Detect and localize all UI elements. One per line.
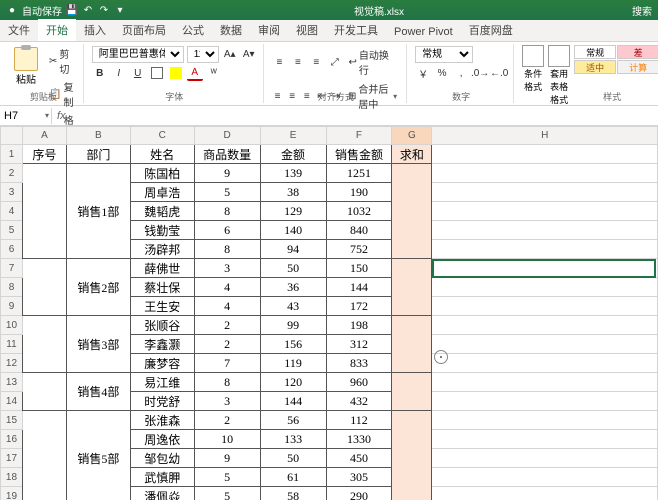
bold-button[interactable]: B bbox=[92, 65, 108, 81]
search-label[interactable]: 搜索 bbox=[632, 3, 652, 18]
undo-icon[interactable]: ↶ bbox=[82, 4, 94, 16]
ribbon: 粘贴 ✂ 剪切 📋 复制 🖌 格式刷 剪贴板 阿里巴巴普惠体 11 A▴ A▾ … bbox=[0, 42, 658, 106]
wrap-text-button[interactable]: ↩ 自动换行 bbox=[345, 46, 400, 78]
conditional-format-button[interactable]: 条件格式 bbox=[522, 45, 544, 93]
worksheet[interactable]: AB CD EF GH 1 序号 部门 姓名 商品数量 金额 销售金额 求和 2… bbox=[0, 126, 658, 500]
select-all-corner[interactable] bbox=[1, 127, 23, 145]
tab-data[interactable]: 数据 bbox=[212, 19, 250, 41]
style-bad[interactable]: 差 bbox=[617, 45, 658, 59]
border-button[interactable] bbox=[149, 65, 165, 81]
increase-decimal-icon[interactable]: .0→ bbox=[472, 65, 488, 81]
tab-ppivot[interactable]: Power Pivot bbox=[386, 23, 461, 41]
tab-file[interactable]: 文件 bbox=[0, 19, 38, 41]
font-name-select[interactable]: 阿里巴巴普惠体 bbox=[92, 46, 184, 63]
style-moderate[interactable]: 适中 bbox=[574, 60, 616, 74]
style-calc[interactable]: 计算 bbox=[617, 60, 658, 74]
autosave-toggle[interactable]: ● bbox=[6, 4, 18, 16]
comma-icon[interactable]: , bbox=[453, 65, 469, 81]
decrease-decimal-icon[interactable]: ←.0 bbox=[491, 65, 507, 81]
decrease-font-icon[interactable]: A▾ bbox=[241, 47, 257, 63]
table-format-icon bbox=[548, 45, 570, 67]
conditional-format-icon bbox=[522, 45, 544, 67]
paste-icon bbox=[14, 47, 38, 71]
group-clipboard: 粘贴 ✂ 剪切 📋 复制 🖌 格式刷 剪贴板 bbox=[4, 44, 84, 103]
align-top-icon[interactable]: ≡ bbox=[272, 54, 287, 70]
qat-more-icon[interactable]: ▾ bbox=[114, 4, 126, 16]
phonetic-button[interactable]: ᵂ bbox=[206, 65, 222, 81]
font-color-button[interactable]: A bbox=[187, 65, 203, 81]
number-format-select[interactable]: 常规 bbox=[415, 46, 473, 63]
autosave-label: 自动保存 bbox=[22, 3, 62, 18]
cell-styles-gallery[interactable]: 常规 差 好 适中 计算 检查单元格 bbox=[574, 45, 658, 74]
align-middle-icon[interactable]: ≡ bbox=[290, 54, 305, 70]
column-headers[interactable]: AB CD EF GH bbox=[1, 127, 658, 145]
group-number: 常规 ￥ % , .0→ ←.0 数字 bbox=[409, 44, 514, 103]
font-size-select[interactable]: 11 bbox=[187, 46, 219, 63]
tab-insert[interactable]: 插入 bbox=[76, 19, 114, 41]
currency-icon[interactable]: ￥ bbox=[415, 65, 431, 81]
redo-icon[interactable]: ↷ bbox=[98, 4, 110, 16]
tab-layout[interactable]: 页面布局 bbox=[114, 19, 174, 41]
ribbon-tabs: 文件 开始 插入 页面布局 公式 数据 审阅 视图 开发工具 Power Piv… bbox=[0, 20, 658, 42]
underline-button[interactable]: U bbox=[130, 65, 146, 81]
tab-baidu[interactable]: 百度网盘 bbox=[461, 19, 521, 41]
tab-home[interactable]: 开始 bbox=[38, 17, 76, 41]
style-normal[interactable]: 常规 bbox=[574, 45, 616, 59]
group-alignment: ≡ ≡ ≡ ⤢ ↩ 自动换行 ≡ ≡ ≡ ⇤ ⇥ ⊞ 合并后居中▾ 对齐方式 bbox=[266, 44, 407, 103]
group-font: 阿里巴巴普惠体 11 A▴ A▾ B I U A ᵂ 字体 bbox=[86, 44, 264, 103]
tab-review[interactable]: 审阅 bbox=[250, 19, 288, 41]
group-styles: 条件格式 套用表格格式 常规 差 好 适中 计算 检查单元格 样式 bbox=[516, 44, 658, 103]
save-icon[interactable]: 💾 bbox=[66, 4, 78, 16]
tab-view[interactable]: 视图 bbox=[288, 19, 326, 41]
orientation-icon[interactable]: ⤢ bbox=[327, 54, 342, 70]
tab-formula[interactable]: 公式 bbox=[174, 19, 212, 41]
align-bottom-icon[interactable]: ≡ bbox=[309, 54, 324, 70]
percent-icon[interactable]: % bbox=[434, 65, 450, 81]
cut-button[interactable]: ✂ 剪切 bbox=[46, 45, 77, 77]
row-header[interactable]: 1 bbox=[1, 145, 23, 164]
titlebar: ● 自动保存 💾 ↶ ↷ ▾ 视觉稿.xlsx 搜索 bbox=[0, 0, 658, 20]
increase-font-icon[interactable]: A▴ bbox=[222, 47, 238, 63]
fill-color-button[interactable] bbox=[168, 65, 184, 81]
italic-button[interactable]: I bbox=[111, 65, 127, 81]
window-title: 视觉稿.xlsx bbox=[126, 3, 632, 18]
tab-dev[interactable]: 开发工具 bbox=[326, 19, 386, 41]
